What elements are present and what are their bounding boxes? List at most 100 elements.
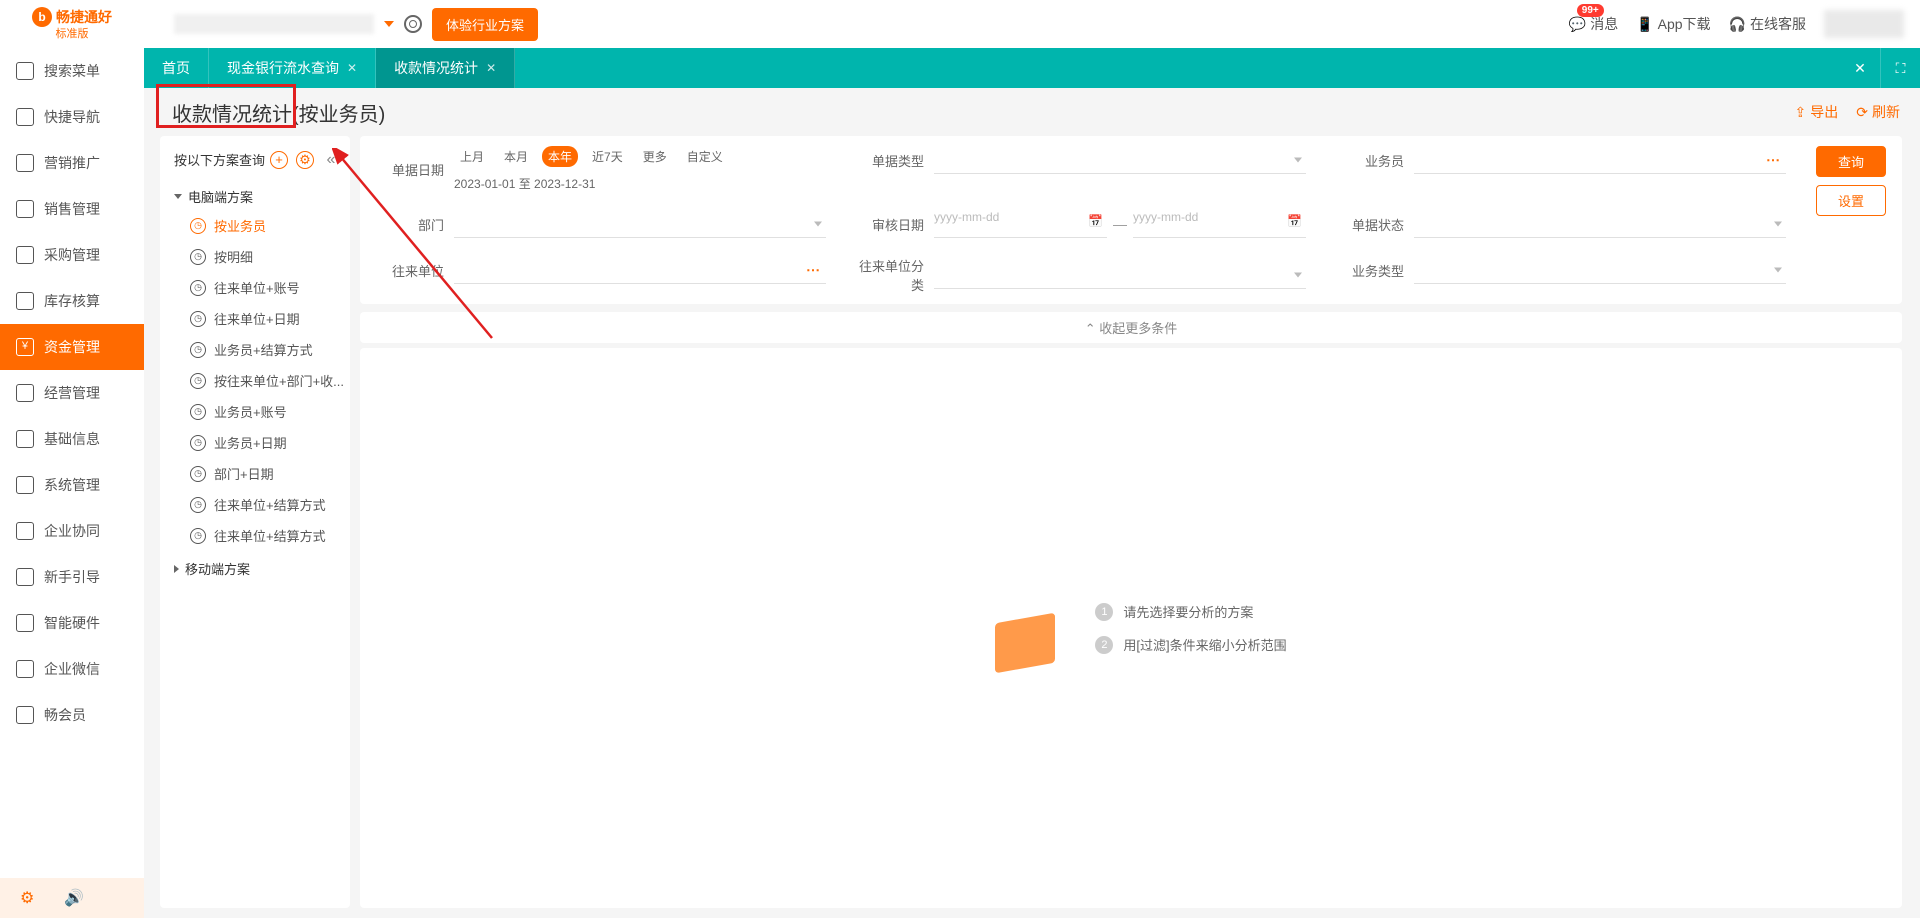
chevron-down-icon[interactable]	[384, 21, 394, 27]
nav-item-4[interactable]: 采购管理	[0, 232, 144, 278]
scheme-item-0[interactable]: ◷按业务员	[160, 210, 350, 241]
nav-icon	[16, 522, 34, 540]
scheme-item-icon: ◷	[190, 466, 206, 482]
scheme-group-pc[interactable]: 电脑端方案	[160, 179, 350, 210]
nav-icon	[16, 430, 34, 448]
sound-icon[interactable]: 🔊	[64, 888, 84, 908]
message-link[interactable]: 💬 消息 99+	[1569, 14, 1618, 34]
collapse-filters-button[interactable]: ⌃ 收起更多条件	[360, 312, 1902, 343]
audit-date-to[interactable]: yyyy-mm-dd📅	[1133, 210, 1306, 238]
scheme-item-2[interactable]: ◷往来单位+账号	[160, 272, 350, 303]
nav-item-5[interactable]: 库存核算	[0, 278, 144, 324]
message-badge: 99+	[1577, 4, 1604, 17]
date-preset-5[interactable]: 自定义	[681, 146, 729, 167]
export-icon: ⇪	[1795, 104, 1807, 121]
filter-label-partner: 往来单位	[376, 261, 444, 280]
trial-button[interactable]: 体验行业方案	[432, 8, 538, 41]
audit-date-from[interactable]: yyyy-mm-dd📅	[934, 210, 1107, 238]
doctype-select[interactable]	[934, 146, 1306, 174]
nav-label: 采购管理	[44, 245, 100, 265]
biztype-select[interactable]	[1414, 256, 1786, 284]
user-avatar[interactable]	[1824, 10, 1904, 38]
expand-icon[interactable]: ⛶	[1880, 48, 1920, 88]
nav-label: 快捷导航	[44, 107, 100, 127]
gear-icon[interactable]	[404, 15, 422, 33]
nav-item-6[interactable]: 资金管理	[0, 324, 144, 370]
chevron-down-icon	[1774, 267, 1782, 272]
scheme-item-icon: ◷	[190, 404, 206, 420]
docstatus-select[interactable]	[1414, 210, 1786, 238]
scheme-item-9[interactable]: ◷往来单位+结算方式	[160, 489, 350, 520]
scheme-item-6[interactable]: ◷业务员+账号	[160, 396, 350, 427]
settings-button[interactable]: 设置	[1816, 185, 1886, 216]
tab-0[interactable]: 首页	[144, 48, 209, 88]
nav-item-10[interactable]: 企业协同	[0, 508, 144, 554]
nav-icon	[16, 614, 34, 632]
scheme-item-8[interactable]: ◷ 部门+日期	[160, 458, 350, 489]
scheme-item-1[interactable]: ◷按明细	[160, 241, 350, 272]
partner-select[interactable]: ⋯	[454, 256, 826, 284]
settings-icon[interactable]: ⚙	[20, 888, 34, 908]
filter-label-auditdate: 审核日期	[856, 215, 924, 234]
add-scheme-icon[interactable]: +	[270, 151, 288, 169]
scheme-item-label: 按明细	[214, 247, 253, 266]
nav-item-12[interactable]: 智能硬件	[0, 600, 144, 646]
customer-service-link[interactable]: 🎧 在线客服	[1729, 14, 1806, 34]
nav-item-8[interactable]: 基础信息	[0, 416, 144, 462]
close-icon[interactable]: ✕	[347, 61, 357, 75]
nav-item-14[interactable]: 畅会员	[0, 692, 144, 738]
nav-item-0[interactable]: 搜索菜单	[0, 48, 144, 94]
chevron-down-icon	[1294, 157, 1302, 162]
scheme-item-3[interactable]: ◷往来单位+日期	[160, 303, 350, 334]
scheme-item-label: 往来单位+日期	[214, 309, 300, 328]
scheme-item-7[interactable]: ◷业务员+日期	[160, 427, 350, 458]
nav-item-2[interactable]: 营销推广	[0, 140, 144, 186]
date-range-display: 2023-01-01 至 2023-12-31	[454, 175, 826, 192]
scheme-group-mobile[interactable]: 移动端方案	[160, 551, 350, 582]
app-download-link[interactable]: 📱 App下载	[1636, 14, 1710, 34]
export-button[interactable]: ⇪导出	[1795, 102, 1839, 122]
nav-icon	[16, 568, 34, 586]
nav-item-3[interactable]: 销售管理	[0, 186, 144, 232]
dept-select[interactable]	[454, 210, 826, 238]
tabs-bar: 首页现金银行流水查询✕收款情况统计✕ ✕ ⛶	[144, 48, 1920, 88]
org-name-blurred[interactable]	[174, 14, 374, 34]
nav-icon	[16, 154, 34, 172]
nav-item-7[interactable]: 经营管理	[0, 370, 144, 416]
date-preset-3[interactable]: 近7天	[586, 146, 629, 167]
headset-icon: 🎧	[1729, 16, 1746, 33]
date-preset-0[interactable]: 上月	[454, 146, 490, 167]
scheme-item-icon: ◷	[190, 373, 206, 389]
tab-1[interactable]: 现金银行流水查询✕	[209, 48, 376, 88]
refresh-icon: ⟳	[1856, 104, 1868, 121]
nav-item-1[interactable]: 快捷导航	[0, 94, 144, 140]
date-preset-1[interactable]: 本月	[498, 146, 534, 167]
scheme-gear-icon[interactable]: ⚙	[296, 151, 314, 169]
scheme-item-label: 部门+日期	[214, 464, 274, 483]
scheme-item-label: 按往来单位+部门+收...	[214, 371, 344, 390]
page-header: 收款情况统计(按业务员) ⇪导出 ⟳刷新	[144, 88, 1920, 136]
nav-label: 畅会员	[44, 705, 86, 725]
nav-item-9[interactable]: 系统管理	[0, 462, 144, 508]
date-preset-4[interactable]: 更多	[637, 146, 673, 167]
nav-label: 基础信息	[44, 429, 100, 449]
scheme-item-5[interactable]: ◷ 按往来单位+部门+收...	[160, 365, 350, 396]
collapse-panel-icon[interactable]: «	[322, 151, 340, 169]
close-icon[interactable]: ✕	[486, 61, 496, 75]
salesman-select[interactable]: ⋯	[1414, 146, 1786, 174]
nav-label: 营销推广	[44, 153, 100, 173]
scheme-item-icon: ◷	[190, 280, 206, 296]
tab-2[interactable]: 收款情况统计✕	[376, 48, 515, 88]
nav-item-13[interactable]: 企业微信	[0, 646, 144, 692]
query-button[interactable]: 查询	[1816, 146, 1886, 177]
logo-area: b 畅捷通好 标准版	[0, 0, 144, 48]
date-preset-2[interactable]: 本年	[542, 146, 578, 167]
partnercat-select[interactable]	[934, 261, 1306, 289]
nav-icon	[16, 706, 34, 724]
close-all-tabs[interactable]: ✕	[1840, 60, 1880, 77]
refresh-button[interactable]: ⟳刷新	[1856, 102, 1900, 122]
scheme-item-4[interactable]: ◷业务员+结算方式	[160, 334, 350, 365]
nav-item-11[interactable]: 新手引导	[0, 554, 144, 600]
scheme-item-10[interactable]: ◷往来单位+结算方式	[160, 520, 350, 551]
scheme-item-label: 往来单位+结算方式	[214, 526, 326, 545]
